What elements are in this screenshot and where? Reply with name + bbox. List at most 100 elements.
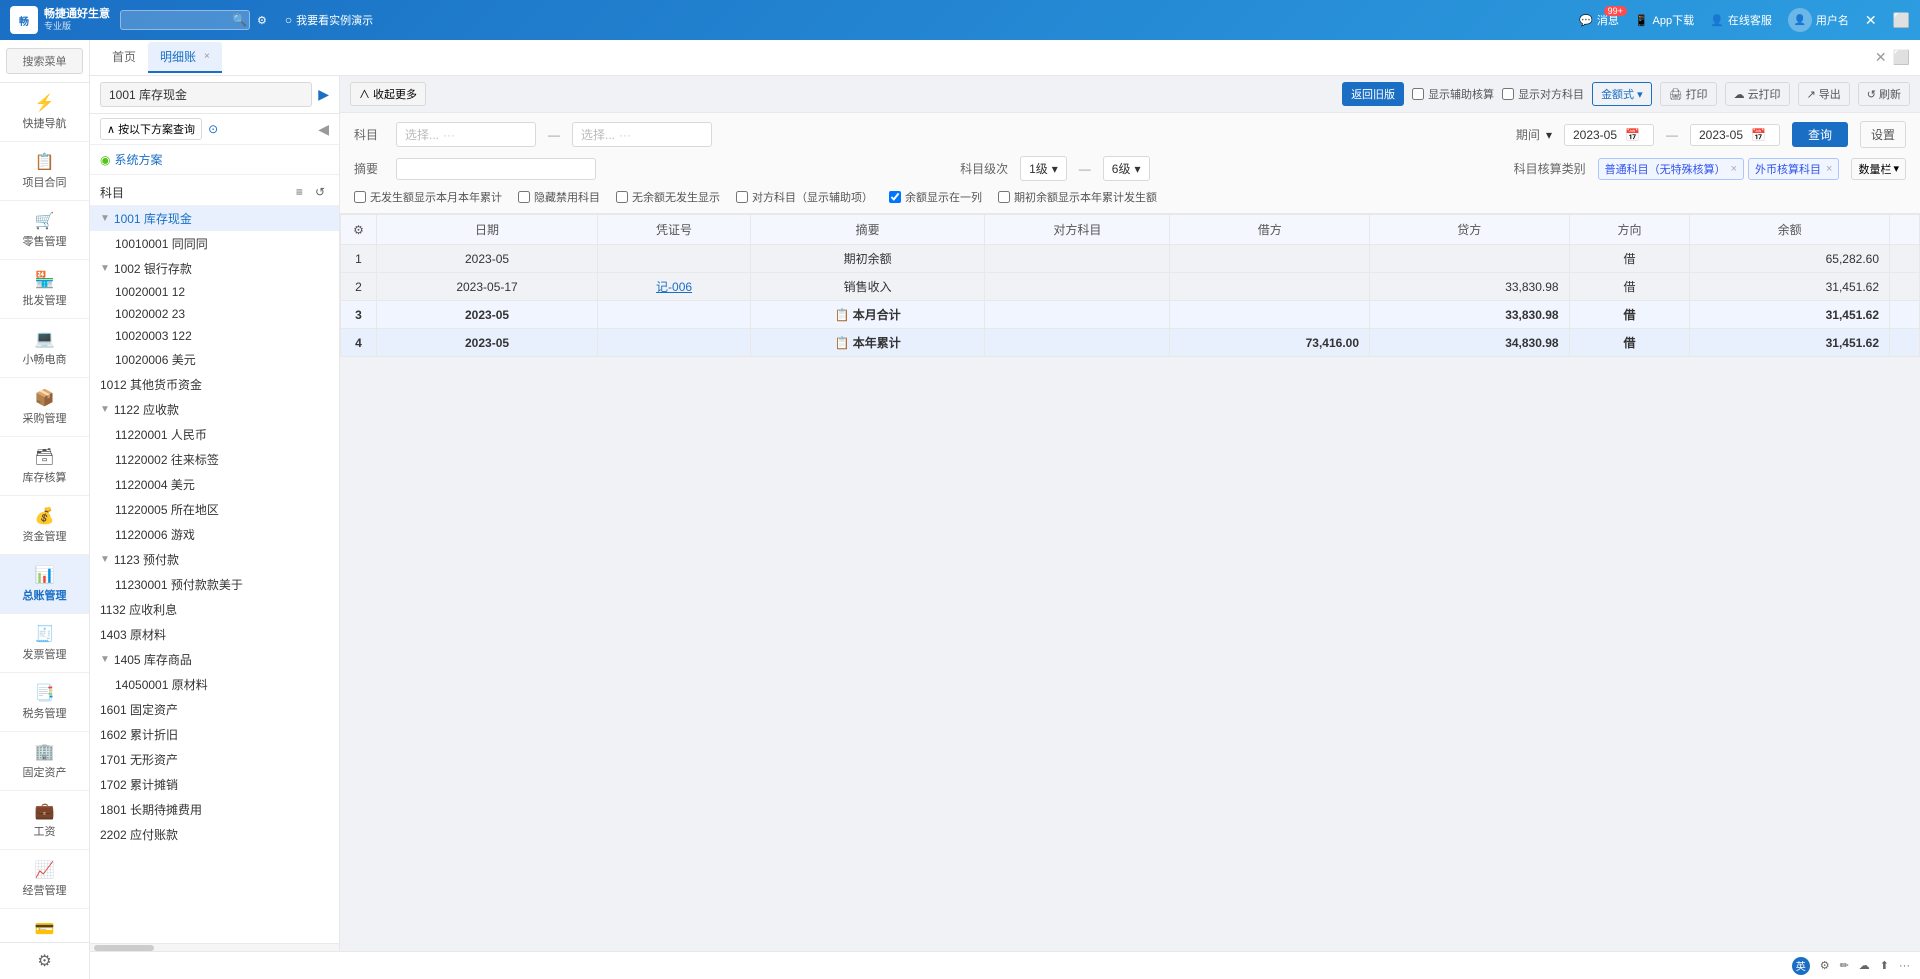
period-end-input[interactable]: 2023-05 📅 xyxy=(1690,124,1780,146)
close-window-btn[interactable]: ✕ xyxy=(1865,12,1877,29)
qty-btn[interactable]: 数量栏 ▾ xyxy=(1851,158,1906,180)
cloud-print-btn[interactable]: ☁ 云打印 xyxy=(1725,82,1790,106)
tree-expand-btn[interactable]: ≡ xyxy=(292,183,307,201)
sidebar-search-btn[interactable]: 搜索菜单 xyxy=(6,48,83,74)
tree-item-11220006[interactable]: 11220006 游戏 xyxy=(90,522,339,547)
cb-no-balance-input[interactable] xyxy=(616,191,628,203)
account-tree[interactable]: 科目 ≡ ↺ ▼ 1001 库存现金 10010001 同同同 xyxy=(90,175,339,943)
tree-item-1002[interactable]: ▼ 1002 银行存款 xyxy=(90,256,339,281)
amount-format-btn[interactable]: 金额式 ▾ xyxy=(1592,82,1652,106)
tree-item-1801[interactable]: 1801 长期待摊费用 xyxy=(90,797,339,822)
user-menu[interactable]: 👤 用户名 xyxy=(1788,8,1849,32)
subject-end-input[interactable]: 选择... ··· xyxy=(572,122,712,147)
bottom-cloud-btn[interactable]: ☁ xyxy=(1859,959,1870,972)
online-service-btn[interactable]: 👤 在线客服 xyxy=(1710,12,1772,28)
tree-item-1701[interactable]: 1701 无形资产 xyxy=(90,747,339,772)
system-scheme-btn[interactable]: ◉ 系统方案 xyxy=(100,151,329,168)
tree-item-10020001[interactable]: 10020001 12 xyxy=(90,281,339,303)
search-input[interactable] xyxy=(120,10,250,30)
tree-item-1132[interactable]: 1132 应收利息 xyxy=(90,597,339,622)
tree-item-1001[interactable]: ▼ 1001 库存现金 xyxy=(90,206,339,231)
aux-calc-checkbox[interactable] xyxy=(1412,88,1424,100)
messages-btn[interactable]: 💬 消息 99+ xyxy=(1579,12,1619,28)
period-start-input[interactable]: 2023-05 📅 xyxy=(1564,124,1654,146)
tree-item-1122[interactable]: ▼ 1122 应收款 xyxy=(90,397,339,422)
row-voucher[interactable]: 记-006 xyxy=(598,273,751,301)
query-btn[interactable]: 查询 xyxy=(1792,122,1848,147)
sidebar-item-operations[interactable]: 📈 经营管理 xyxy=(0,850,89,909)
tree-item-1012[interactable]: 1012 其他货币资金 xyxy=(90,372,339,397)
export-btn[interactable]: ↗ 导出 xyxy=(1798,82,1850,106)
tree-item-1601[interactable]: 1601 固定资产 xyxy=(90,697,339,722)
sidebar-item-retail[interactable]: 🛒 零售管理 xyxy=(0,201,89,260)
opposite-checkbox[interactable] xyxy=(1502,88,1514,100)
tree-item-2202[interactable]: 2202 应付账款 xyxy=(90,822,339,847)
remove-tag-1-btn[interactable]: × xyxy=(1826,163,1832,175)
maximize-window-btn[interactable]: ⬜ xyxy=(1893,12,1910,29)
sidebar-item-payroll[interactable]: 💼 工资 xyxy=(0,791,89,850)
summary-input[interactable] xyxy=(396,158,596,180)
tree-item-10020002[interactable]: 10020002 23 xyxy=(90,303,339,325)
sidebar-item-project-contract[interactable]: 📋 项目合同 xyxy=(0,142,89,201)
app-download-btn[interactable]: 📱 App下载 xyxy=(1635,12,1694,28)
tree-item-10020006[interactable]: 10020006 美元 xyxy=(90,347,339,372)
tab-close-btn[interactable]: × xyxy=(204,51,210,62)
remove-tag-0-btn[interactable]: × xyxy=(1731,163,1737,175)
sidebar-item-ecommerce[interactable]: 💻 小畅电商 xyxy=(0,319,89,378)
tree-item-11220001[interactable]: 11220001 人民币 xyxy=(90,422,339,447)
sidebar-item-quick-nav[interactable]: ⚡ 快捷导航 xyxy=(0,83,89,142)
period-chevron[interactable]: ▾ xyxy=(1546,128,1552,142)
sidebar-item-tax[interactable]: 📑 税务管理 xyxy=(0,673,89,732)
nav-next-btn[interactable]: ▶ xyxy=(318,86,329,103)
collapse-panel-btn[interactable]: ◀ xyxy=(318,121,329,138)
tree-item-10010001[interactable]: 10010001 同同同 xyxy=(90,231,339,256)
scrollbar-thumb[interactable] xyxy=(94,945,154,951)
bottom-edit-btn[interactable]: ✏ xyxy=(1840,959,1849,972)
sidebar-settings-btn[interactable]: ⚙ xyxy=(37,951,51,971)
collapse-more-btn[interactable]: ∧ 收起更多 xyxy=(350,82,426,106)
tree-refresh-btn[interactable]: ↺ xyxy=(311,183,329,201)
tree-item-1702[interactable]: 1702 累计摊销 xyxy=(90,772,339,797)
demo-link[interactable]: ○ 我要看实例演示 xyxy=(285,12,373,28)
tree-item-14050001[interactable]: 14050001 原材料 xyxy=(90,672,339,697)
tree-item-11230001[interactable]: 11230001 预付款款美于 xyxy=(90,572,339,597)
col-settings[interactable]: ⚙ xyxy=(341,215,377,245)
sidebar-item-wholesale[interactable]: 🏪 批发管理 xyxy=(0,260,89,319)
tree-item-11220002[interactable]: 11220002 往来标签 xyxy=(90,447,339,472)
return-old-btn[interactable]: 返回旧版 xyxy=(1342,82,1404,106)
sidebar-item-fixed-assets[interactable]: 🏢 固定资产 xyxy=(0,732,89,791)
tree-item-1403[interactable]: 1403 原材料 xyxy=(90,622,339,647)
bottom-upload-btn[interactable]: ⬆ xyxy=(1880,959,1889,972)
bottom-more-btn[interactable]: ··· xyxy=(1899,960,1910,972)
filter-circle-icon[interactable]: ⊙ xyxy=(208,122,218,136)
subject-start-input[interactable]: 选择... ··· xyxy=(396,122,536,147)
cb-balance-one-col-input[interactable] xyxy=(889,191,901,203)
tab-home[interactable]: 首页 xyxy=(100,42,148,73)
sidebar-item-purchase[interactable]: 📦 采购管理 xyxy=(0,378,89,437)
bottom-settings-btn[interactable]: ⚙ xyxy=(1820,959,1830,972)
cb-opposite-input[interactable] xyxy=(736,191,748,203)
sidebar-item-mini-sales[interactable]: 💳 小畅报销 xyxy=(0,909,89,942)
filter-settings-btn[interactable]: 设置 xyxy=(1860,121,1906,148)
sidebar-item-ledger[interactable]: 📊 总账管理 xyxy=(0,555,89,614)
level-end-select[interactable]: 6级 ▾ xyxy=(1103,156,1150,181)
cb-no-amount-input[interactable] xyxy=(354,191,366,203)
print-btn[interactable]: 🖨 打印 xyxy=(1660,82,1717,106)
tree-item-11220005[interactable]: 11220005 所在地区 xyxy=(90,497,339,522)
tree-item-10020003[interactable]: 10020003 122 xyxy=(90,325,339,347)
refresh-btn[interactable]: ↺ 刷新 xyxy=(1858,82,1910,106)
h-scrollbar[interactable] xyxy=(90,943,339,951)
lang-btn[interactable]: 英 xyxy=(1792,957,1810,975)
query-by-btn[interactable]: ∧ 按以下方案查询 xyxy=(100,118,202,140)
tree-item-11220004[interactable]: 11220004 美元 xyxy=(90,472,339,497)
level-start-select[interactable]: 1级 ▾ xyxy=(1020,156,1067,181)
sidebar-item-capital[interactable]: 💰 资金管理 xyxy=(0,496,89,555)
tree-item-1602[interactable]: 1602 累计折旧 xyxy=(90,722,339,747)
tree-item-1123[interactable]: ▼ 1123 预付款 xyxy=(90,547,339,572)
cb-hide-disabled-input[interactable] xyxy=(518,191,530,203)
cb-opening-ytd-input[interactable] xyxy=(998,191,1010,203)
tree-item-1405[interactable]: ▼ 1405 库存商品 xyxy=(90,647,339,672)
window-close-btn[interactable]: ✕ xyxy=(1875,49,1887,66)
tab-detail-ledger[interactable]: 明细账 × xyxy=(148,42,222,73)
sidebar-item-inventory[interactable]: 🗃 库存核算 xyxy=(0,437,89,496)
